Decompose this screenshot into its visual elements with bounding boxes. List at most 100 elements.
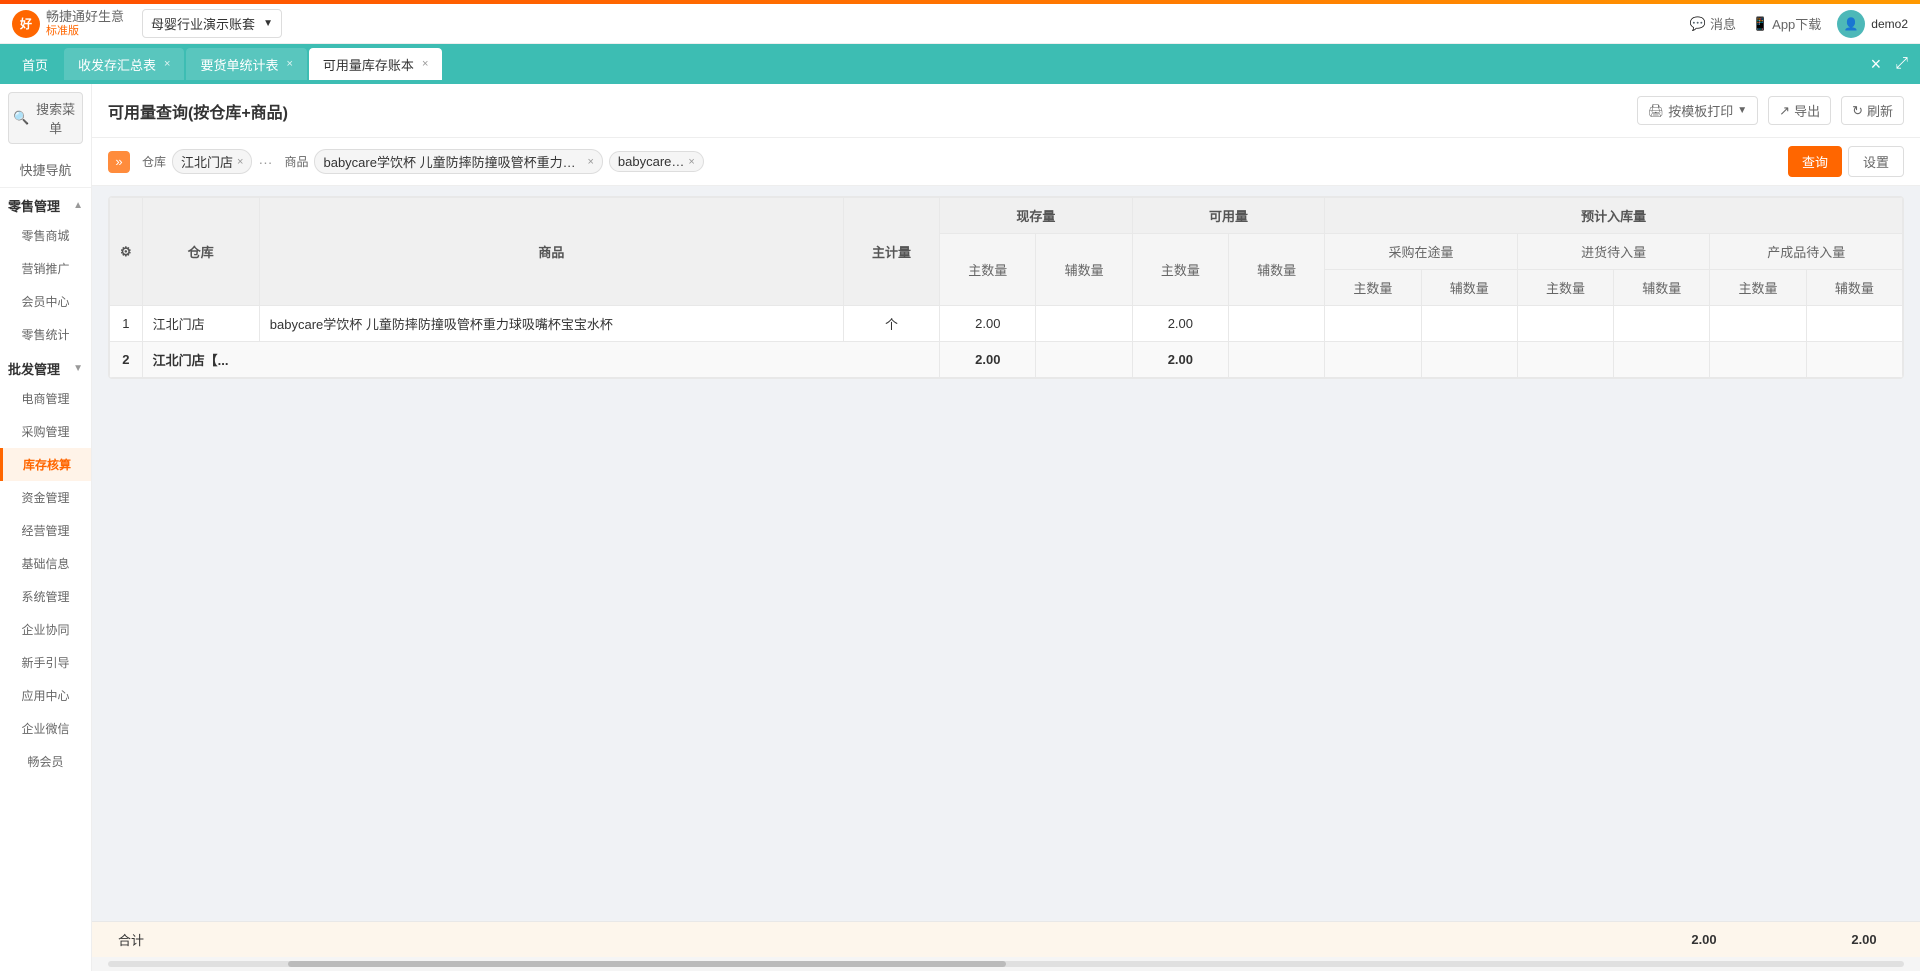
sidebar-group-retail-text: 零售管理 — [8, 196, 60, 215]
horizontal-scrollbar[interactable] — [108, 961, 1904, 967]
td-subtotal-no: 2 — [110, 342, 143, 378]
scroll-bar-area — [92, 957, 1920, 971]
sidebar-group-wholesale-label[interactable]: 批发管理 ▼ — [0, 351, 91, 382]
tab-receipts-close[interactable]: × — [164, 58, 170, 70]
th-ip-sub: 辅数量 — [1614, 270, 1710, 306]
warehouse-more-dots[interactable]: ··· — [258, 154, 272, 170]
th-product-pending: 产成品待入量 — [1710, 234, 1903, 270]
sidebar-item-purchase[interactable]: 采购管理 — [0, 415, 91, 448]
close-all-tabs-button[interactable]: × — [1863, 54, 1890, 75]
sidebar-item-finance[interactable]: 资金管理 — [0, 481, 91, 514]
td-subtotal-ip-main — [1517, 342, 1613, 378]
goods-tag-1[interactable]: babycare学饮杯 儿童防摔防撞吸管杯重力球吸嘴杯宝宝水杯 × — [314, 149, 602, 174]
warehouse-tag[interactable]: 江北门店 × — [172, 149, 252, 174]
sidebar-item-member[interactable]: 畅会员 — [0, 745, 91, 778]
td-subtotal-stock-main: 2.00 — [940, 342, 1036, 378]
goods-label: 商品 — [284, 153, 308, 170]
td-subtotal-label: 江北门店【... — [142, 342, 940, 378]
th-stock-main: 主数量 — [940, 234, 1036, 306]
chevron-down-icon: ▼ — [1737, 105, 1747, 116]
table-header-group-row: ⚙ 仓库 商品 主计量 现存量 可用量 预计入库量 — [110, 198, 1903, 234]
scrollbar-thumb[interactable] — [288, 961, 1006, 967]
td-pt-sub — [1421, 306, 1517, 342]
td-unit: 个 — [843, 306, 939, 342]
sidebar-search-area: 🔍 搜索菜单 — [0, 84, 91, 152]
td-subtotal-pp-sub — [1806, 342, 1902, 378]
template-print-button[interactable]: 🖨 按模板打印 ▼ — [1637, 96, 1758, 125]
th-ip-main: 主数量 — [1517, 270, 1613, 306]
td-subtotal-pp-main — [1710, 342, 1806, 378]
export-button[interactable]: ↗ 导出 — [1768, 96, 1831, 125]
tab-home[interactable]: 首页 — [8, 48, 62, 80]
settings-button[interactable]: 设置 — [1848, 146, 1904, 177]
sidebar-group-retail-label[interactable]: 零售管理 ▲ — [0, 188, 91, 219]
sidebar-item-enterprise[interactable]: 企业协同 — [0, 613, 91, 646]
top-bar-left: 好 畅捷通好生意 标准版 母婴行业演示账套 ▼ — [12, 9, 282, 38]
sidebar-item-member-center[interactable]: 会员中心 — [0, 285, 91, 318]
tab-inventory-ledger-close[interactable]: × — [422, 58, 428, 70]
table-area: ⚙ 仓库 商品 主计量 现存量 可用量 预计入库量 主数量 辅数量 主数量 — [92, 186, 1920, 921]
sidebar-item-inventory[interactable]: 库存核算 — [0, 448, 91, 481]
top-bar: 好 畅捷通好生意 标准版 母婴行业演示账套 ▼ 💬 消息 📱 App下载 👤 d… — [0, 4, 1920, 44]
sidebar-group-retail-arrow: ▲ — [73, 200, 83, 211]
expand-filter-icon: » — [115, 154, 122, 169]
refresh-button[interactable]: ↻ 刷新 — [1841, 96, 1904, 125]
th-available-group: 可用量 — [1132, 198, 1325, 234]
expand-button[interactable]: ⤢ — [1891, 55, 1912, 73]
sidebar-item-system[interactable]: 系统管理 — [0, 580, 91, 613]
sidebar-item-basic[interactable]: 基础信息 — [0, 547, 91, 580]
sidebar-group-retail: 零售管理 ▲ 零售商城 营销推广 会员中心 零售统计 — [0, 188, 91, 351]
warehouse-tag-close[interactable]: × — [237, 156, 243, 168]
td-subtotal-ip-sub — [1614, 342, 1710, 378]
th-settings[interactable]: ⚙ — [110, 198, 143, 306]
sidebar-item-retail-stats[interactable]: 零售统计 — [0, 318, 91, 351]
avatar: 👤 — [1837, 10, 1865, 38]
query-button[interactable]: 查询 — [1788, 146, 1842, 177]
message-icon: 💬 — [1690, 16, 1706, 32]
th-warehouse: 仓库 — [142, 198, 259, 306]
td-subtotal-pt-main — [1325, 342, 1421, 378]
tab-order-stats-label: 要货单统计表 — [200, 55, 278, 74]
sidebar-item-retail-store[interactable]: 零售商城 — [0, 219, 91, 252]
th-purchase-transit: 采购在途量 — [1325, 234, 1518, 270]
td-ip-sub — [1614, 306, 1710, 342]
th-pt-main: 主数量 — [1325, 270, 1421, 306]
sidebar-item-newbie[interactable]: 新手引导 — [0, 646, 91, 679]
sidebar-item-wechat[interactable]: 企业微信 — [0, 712, 91, 745]
tab-order-stats[interactable]: 要货单统计表 × — [186, 48, 306, 80]
td-pp-sub — [1806, 306, 1902, 342]
tab-order-stats-close[interactable]: × — [286, 58, 292, 70]
td-rowno: 1 — [110, 306, 143, 342]
app-download-button[interactable]: 📱 App下载 — [1752, 14, 1821, 33]
th-pp-sub: 辅数量 — [1806, 270, 1902, 306]
sidebar-item-marketing[interactable]: 营销推广 — [0, 252, 91, 285]
total-label: 合计 — [108, 930, 168, 949]
sidebar-item-operations[interactable]: 经营管理 — [0, 514, 91, 547]
total-stock-main: 2.00 — [1664, 932, 1744, 947]
industry-select[interactable]: 母婴行业演示账套 ▼ — [142, 9, 282, 38]
inventory-table: ⚙ 仓库 商品 主计量 现存量 可用量 预计入库量 主数量 辅数量 主数量 — [109, 197, 1903, 378]
logo-icon: 好 — [12, 10, 40, 38]
top-bar-right: 💬 消息 📱 App下载 👤 demo2 — [1690, 10, 1908, 38]
goods-tag-2-close[interactable]: × — [688, 156, 694, 168]
filter-bar: » 仓库 江北门店 × ··· 商品 babycare学饮杯 儿童防摔防撞吸管杯… — [92, 138, 1920, 186]
sidebar-item-ecommerce[interactable]: 电商管理 — [0, 382, 91, 415]
user-area[interactable]: 👤 demo2 — [1837, 10, 1908, 38]
main-layout: 🔍 搜索菜单 快捷导航 零售管理 ▲ 零售商城 营销推广 会员中心 零售统计 批… — [0, 84, 1920, 971]
sidebar-group-wholesale-arrow: ▼ — [73, 363, 83, 374]
td-ip-main — [1517, 306, 1613, 342]
warehouse-label: 仓库 — [142, 153, 166, 170]
tab-receipts[interactable]: 收发存汇总表 × — [64, 48, 184, 80]
goods-tag-1-close[interactable]: × — [587, 156, 593, 168]
tab-inventory-ledger[interactable]: 可用量库存账本 × — [309, 48, 442, 80]
sidebar-item-appstore[interactable]: 应用中心 — [0, 679, 91, 712]
sidebar-item-quick-nav[interactable]: 快捷导航 — [0, 152, 91, 188]
td-subtotal-avail-main: 2.00 — [1132, 342, 1228, 378]
tab-inventory-ledger-label: 可用量库存账本 — [323, 55, 414, 74]
goods-tag-2[interactable]: babycare… × — [609, 151, 704, 172]
search-menu-button[interactable]: 🔍 搜索菜单 — [8, 92, 83, 144]
filter-expand-button[interactable]: » — [108, 151, 130, 173]
message-button[interactable]: 💬 消息 — [1690, 14, 1736, 33]
content-area: 可用量查询(按仓库+商品) 🖨 按模板打印 ▼ ↗ 导出 ↻ 刷新 — [92, 84, 1920, 971]
td-warehouse: 江北门店 — [142, 306, 259, 342]
